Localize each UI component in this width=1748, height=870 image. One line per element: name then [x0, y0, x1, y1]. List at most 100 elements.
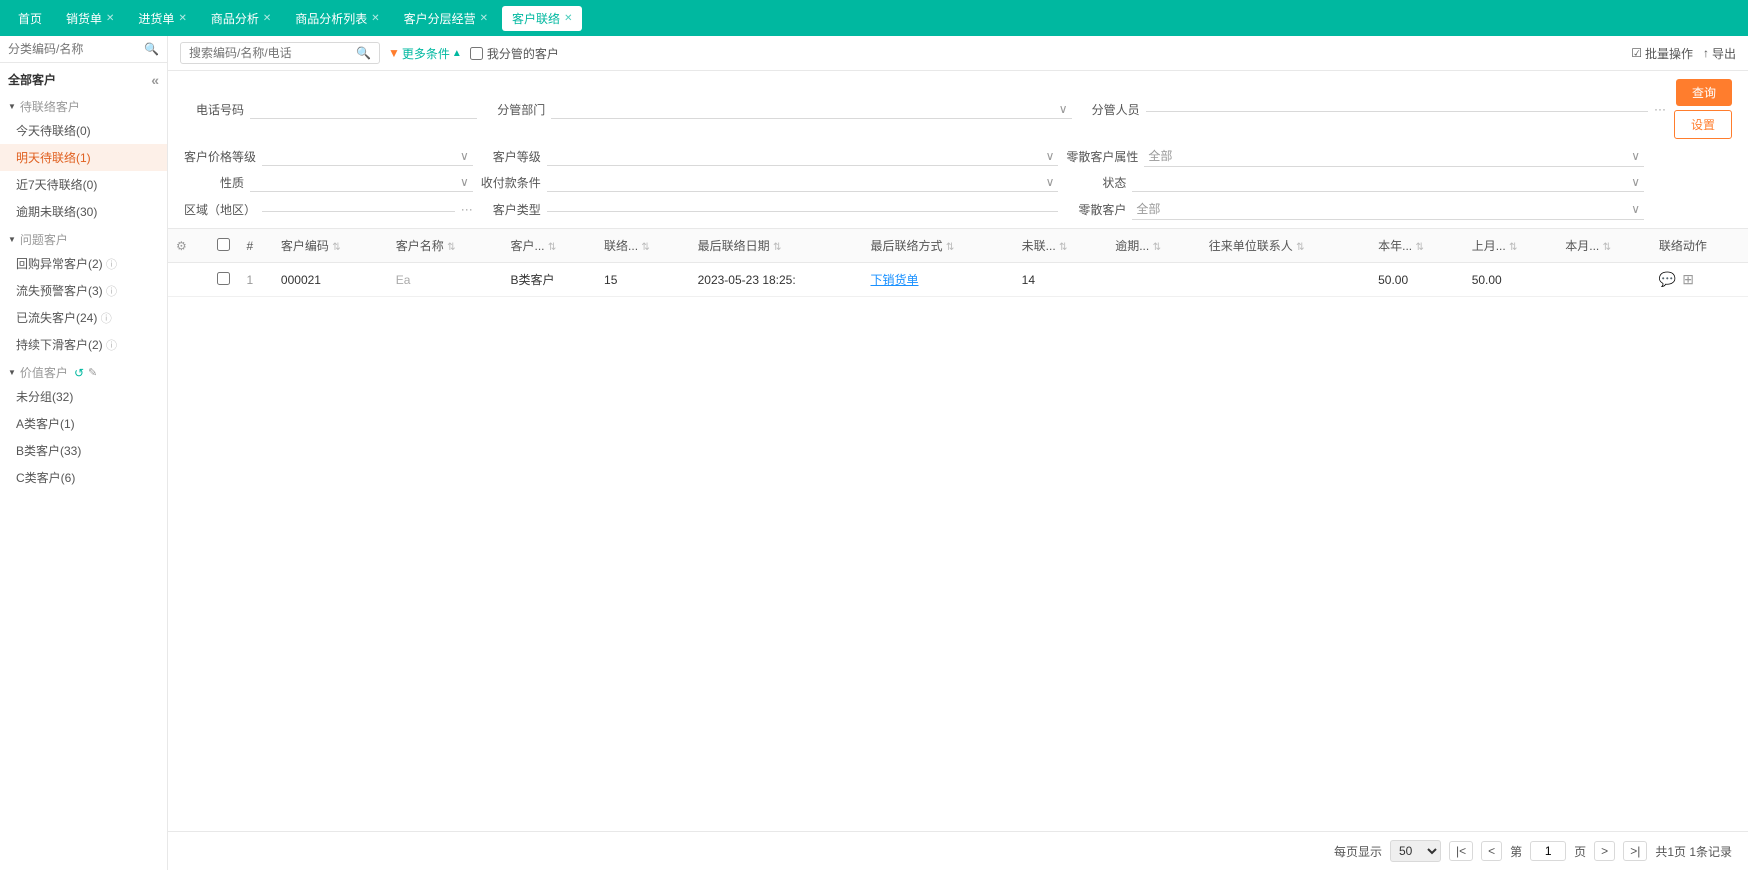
th-last-contact-date[interactable]: 最后联络日期 ⇅ [690, 229, 863, 263]
more-conditions-btn[interactable]: ▼ 更多条件 ▲ [388, 45, 462, 62]
sidebar-item-week[interactable]: 近7天待联络(0) [0, 171, 167, 198]
phone-input[interactable] [250, 100, 477, 119]
sidebar-item-lost[interactable]: 已流失客户(24) ⓘ [0, 304, 167, 331]
next-page-btn[interactable]: > [1594, 841, 1615, 861]
adv-filter-row-4: 区域（地区） ··· 客户类型 零散客户 全部 ∨ [184, 198, 1732, 220]
row-last-contact-method[interactable]: 下销货单 [863, 263, 1014, 297]
action-comment-icon[interactable]: 💬 [1659, 271, 1676, 288]
page-number-input[interactable] [1530, 841, 1566, 861]
manager-dots[interactable]: ··· [1654, 102, 1666, 116]
sidebar-item-b-class[interactable]: B类客户(33) [0, 437, 167, 464]
action-grid-icon[interactable]: ⊞ [1682, 271, 1694, 288]
sort-contacts-icon[interactable]: ⇅ [641, 242, 649, 253]
query-button[interactable]: 查询 [1676, 79, 1732, 106]
nav-product-analysis-list[interactable]: 商品分析列表 ✕ [285, 6, 389, 31]
nav-close-customer-tier[interactable]: ✕ [480, 13, 488, 24]
row-last-contact-date: 2023-05-23 18:25: [690, 263, 863, 297]
sidebar-item-c-class[interactable]: C类客户(6) [0, 464, 167, 491]
nav-close-purchase[interactable]: ✕ [178, 13, 186, 24]
th-type[interactable]: 客户... ⇅ [502, 229, 596, 263]
sort-year-icon[interactable]: ⇅ [1415, 242, 1423, 253]
my-customers-check[interactable] [470, 47, 483, 60]
batch-op-btn[interactable]: ☑ 批量操作 [1631, 45, 1693, 62]
export-btn[interactable]: ↑ 导出 [1703, 45, 1736, 62]
sidebar-all-customers-header[interactable]: 全部客户 « [0, 63, 167, 92]
nav-close-product-list[interactable]: ✕ [371, 13, 379, 24]
region-dots[interactable]: ··· [461, 202, 473, 216]
th-name[interactable]: 客户名称 ⇅ [388, 229, 503, 263]
region-select[interactable] [262, 207, 455, 212]
th-this-year[interactable]: 本年... ⇅ [1370, 229, 1464, 263]
nav-customer-tier[interactable]: 客户分层经营 ✕ [394, 6, 498, 31]
sidebar-item-overdue[interactable]: 逾期未联络(30) [0, 198, 167, 225]
th-contacts[interactable]: 联络... ⇅ [596, 229, 690, 263]
row-settings[interactable] [168, 263, 209, 297]
search-icon[interactable]: 🔍 [356, 46, 371, 60]
th-no-contact[interactable]: 未联... ⇅ [1014, 229, 1108, 263]
retail-select[interactable]: 全部 ∨ [1132, 198, 1644, 220]
nav-customer-contact[interactable]: 客户联络 ✕ [502, 6, 582, 31]
nav-product-analysis[interactable]: 商品分析 ✕ [201, 6, 281, 31]
manager-select[interactable] [1146, 107, 1648, 112]
sort-code-icon[interactable]: ⇅ [332, 242, 340, 253]
first-page-btn[interactable]: |< [1449, 841, 1473, 861]
payment-select[interactable]: ∨ [547, 173, 1059, 192]
th-overdue[interactable]: 逾期... ⇅ [1107, 229, 1201, 263]
row-checkbox-cell [209, 263, 239, 297]
customer-type-select[interactable] [547, 207, 1059, 212]
sidebar-item-loss-warning[interactable]: 流失预警客户(3) ⓘ [0, 277, 167, 304]
sidebar-item-repurchase-abnormal[interactable]: 回购异常客户(2) ⓘ [0, 250, 167, 277]
customer-level-select[interactable]: ∨ [547, 147, 1059, 166]
page-size-select[interactable]: 50 100 200 [1390, 840, 1441, 862]
adv-manager-field: 分管人员 ··· [1080, 101, 1666, 118]
set-button[interactable]: 设置 [1674, 110, 1732, 139]
value-refresh-icon[interactable]: ↺ [74, 366, 84, 380]
nav-purchase-order[interactable]: 进货单 ✕ [128, 6, 196, 31]
sidebar-item-declining[interactable]: 持续下滑客户(2) ⓘ [0, 331, 167, 358]
row-type: B类客户 [502, 263, 596, 297]
sidebar-item-today[interactable]: 今天待联络(0) [0, 117, 167, 144]
sidebar-item-a-class[interactable]: A类客户(1) [0, 410, 167, 437]
th-last-month[interactable]: 上月... ⇅ [1464, 229, 1558, 263]
sort-no-contact-icon[interactable]: ⇅ [1059, 242, 1067, 253]
th-last-contact-method[interactable]: 最后联络方式 ⇅ [863, 229, 1014, 263]
last-page-btn[interactable]: >| [1623, 841, 1647, 861]
row-last-month: 50.00 [1464, 263, 1558, 297]
nav-home[interactable]: 首页 [8, 6, 52, 31]
select-all-checkbox[interactable] [217, 238, 230, 251]
search-input[interactable] [189, 46, 352, 60]
nav-sales-order[interactable]: 销货单 ✕ [56, 6, 124, 31]
prev-page-btn[interactable]: < [1481, 841, 1502, 861]
sidebar-item-ungrouped[interactable]: 未分组(32) [0, 383, 167, 410]
nature-select[interactable]: ∨ [250, 173, 473, 192]
sort-type-icon[interactable]: ⇅ [548, 242, 556, 253]
th-this-month[interactable]: 本月... ⇅ [1557, 229, 1651, 263]
th-unit-contact[interactable]: 往来单位联系人 ⇅ [1201, 229, 1370, 263]
sort-name-icon[interactable]: ⇅ [447, 242, 455, 253]
dept-select[interactable]: ∨ [551, 100, 1071, 119]
sidebar-search-input[interactable] [8, 42, 144, 56]
nav-close-customer-contact[interactable]: ✕ [564, 13, 572, 24]
sort-method-icon[interactable]: ⇅ [946, 242, 954, 253]
row-unit-contact [1201, 263, 1370, 297]
nav-close-product-analysis[interactable]: ✕ [263, 13, 271, 24]
sort-date-icon[interactable]: ⇅ [773, 242, 781, 253]
sort-overdue-icon[interactable]: ⇅ [1153, 242, 1161, 253]
sort-unit-icon[interactable]: ⇅ [1296, 242, 1304, 253]
status-select[interactable]: ∨ [1132, 173, 1644, 192]
sidebar-item-tomorrow[interactable]: 明天待联络(1) [0, 144, 167, 171]
sidebar-search-icon[interactable]: 🔍 [144, 42, 159, 56]
price-level-select[interactable]: ∨ [262, 147, 473, 166]
th-num: # [239, 229, 273, 263]
value-edit-icon[interactable]: ✎ [88, 366, 97, 379]
my-customers-checkbox[interactable]: 我分管的客户 [470, 45, 559, 62]
th-settings[interactable]: ⚙ [168, 229, 209, 263]
nav-close-sales[interactable]: ✕ [106, 13, 114, 24]
sort-last-month-icon[interactable]: ⇅ [1509, 242, 1517, 253]
sidebar-collapse-icon[interactable]: « [151, 72, 159, 88]
sort-this-month-icon[interactable]: ⇅ [1603, 242, 1611, 253]
th-code[interactable]: 客户编码 ⇅ [273, 229, 388, 263]
row-checkbox[interactable] [217, 272, 230, 285]
search-box[interactable]: 🔍 [180, 42, 380, 64]
scatter-attr-select[interactable]: 全部 ∨ [1144, 145, 1644, 167]
